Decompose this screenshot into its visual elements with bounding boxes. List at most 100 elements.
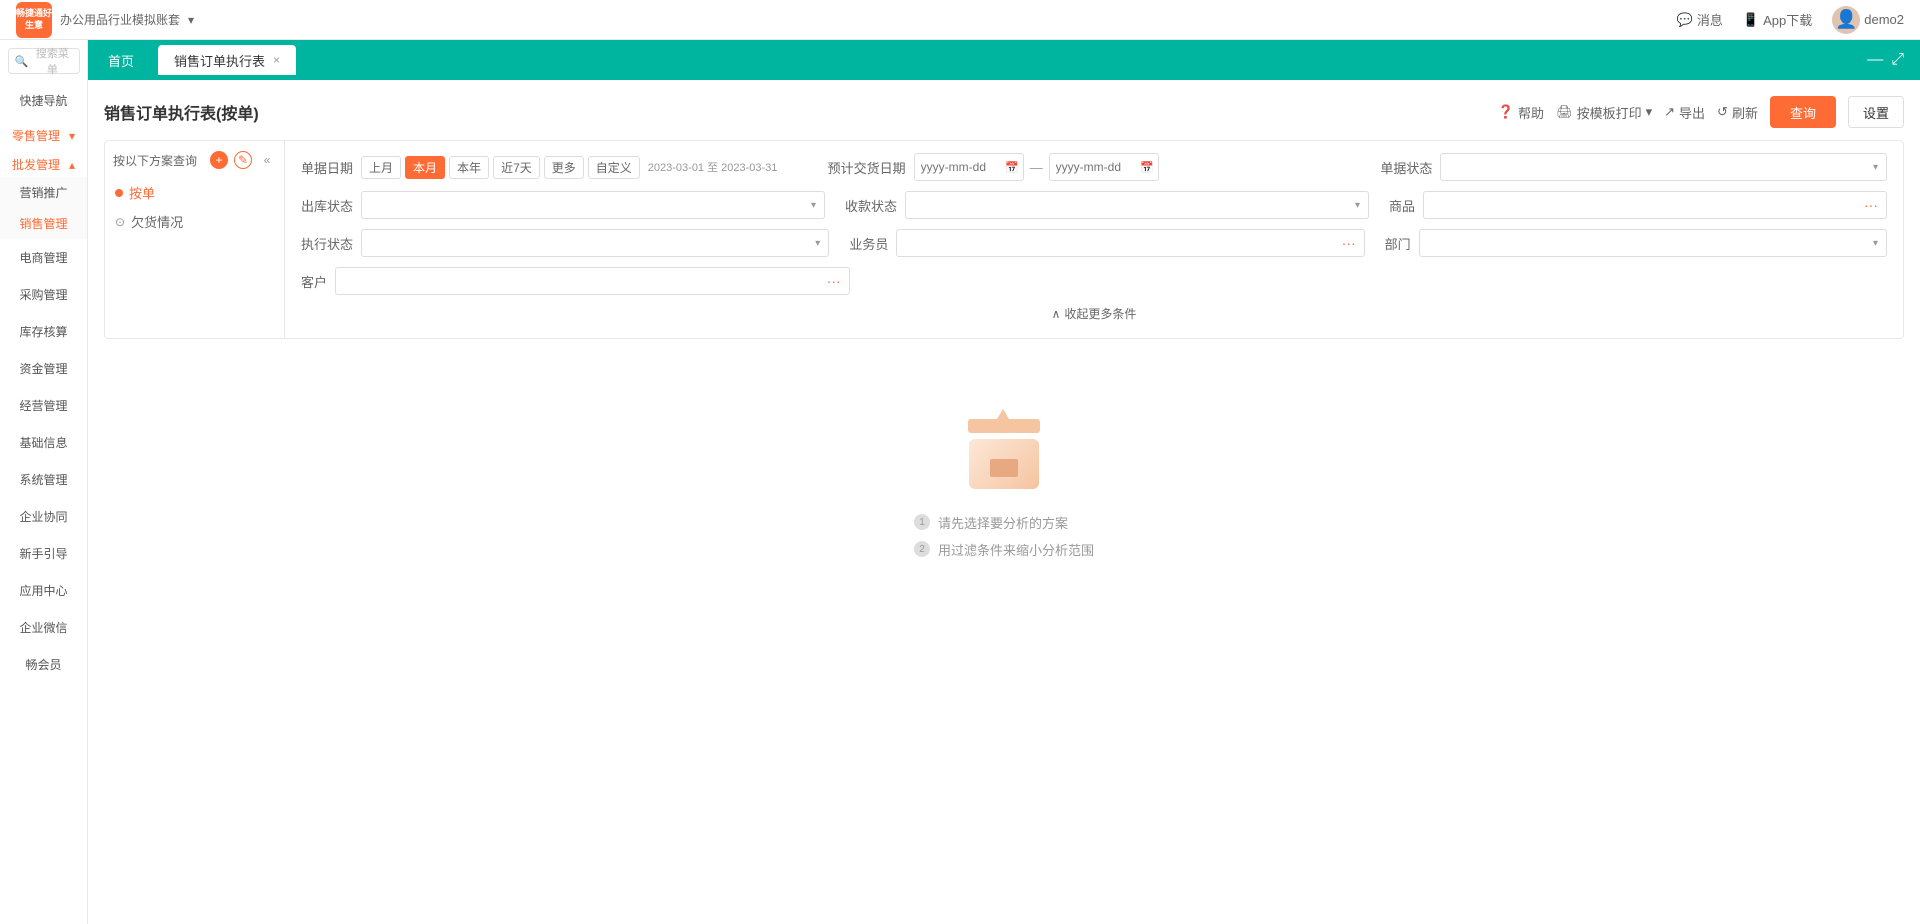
- empty-step-2: 2 用过滤条件来缩小分析范围: [914, 540, 1094, 559]
- department-select[interactable]: ▾: [1419, 229, 1887, 257]
- tab-minimize-icon[interactable]: —: [1867, 51, 1883, 69]
- tab-sales-order[interactable]: 销售订单执行表 ×: [158, 45, 296, 75]
- export-label: 导出: [1679, 103, 1705, 122]
- search-icon: 🔍: [15, 55, 29, 68]
- sidebar-item-member[interactable]: 畅会员: [0, 646, 87, 683]
- sidebar-item-enterprise[interactable]: 企业协同: [0, 498, 87, 535]
- exec-select[interactable]: ▾: [361, 229, 829, 257]
- plan-item-按单[interactable]: 按单: [113, 179, 276, 206]
- cal-icon-end: 📅: [1140, 161, 1154, 174]
- date-curr-year-btn[interactable]: 本年: [449, 156, 489, 179]
- wholesale-arrow: ▴: [69, 158, 75, 172]
- edit-plan-btn[interactable]: ✎: [234, 151, 252, 169]
- department-label: 部门: [1373, 234, 1411, 253]
- box-inner: [990, 459, 1018, 477]
- industry-title: 办公用品行业模拟账套: [60, 11, 180, 28]
- date-curr-month-btn[interactable]: 本月: [405, 156, 445, 179]
- sidebar-item-sales[interactable]: 销售管理: [0, 208, 87, 239]
- collapse-up-icon: ∧: [1052, 307, 1061, 321]
- sidebar-item-marketing[interactable]: 营销推广: [0, 177, 87, 208]
- filter-row-1: 单据日期 上月 本月 本年 近7天 更多 自定义 2023-03-01 至 20…: [301, 153, 1887, 181]
- status-select[interactable]: ▾: [1440, 153, 1887, 181]
- collection-label: 收款状态: [833, 196, 897, 215]
- date-separator: —: [1030, 160, 1043, 175]
- date-more-btn[interactable]: 更多: [544, 156, 584, 179]
- sidebar-item-corpwechat[interactable]: 企业微信: [0, 609, 87, 646]
- ecommerce-label: 电商管理: [19, 249, 67, 266]
- add-plan-btn[interactable]: +: [210, 151, 228, 169]
- sidebar-item-appcenter[interactable]: 应用中心: [0, 572, 87, 609]
- message-label: 消息: [1697, 10, 1723, 29]
- tab-maximize-icon[interactable]: ⤢: [1891, 51, 1904, 69]
- expected-date-label: 预计交货日期: [816, 158, 906, 177]
- sidebar-item-operations[interactable]: 经营管理: [0, 387, 87, 424]
- filter-area: 单据日期 上月 本月 本年 近7天 更多 自定义 2023-03-01 至 20…: [285, 141, 1903, 338]
- refresh-btn[interactable]: ↺ 刷新: [1717, 103, 1758, 122]
- left-panel-header: 按以下方案查询 + ✎ «: [113, 151, 276, 169]
- collection-select[interactable]: ▾: [905, 191, 1369, 219]
- sidebar-item-finance[interactable]: 资金管理: [0, 350, 87, 387]
- salesperson-input[interactable]: ···: [896, 229, 1364, 257]
- help-btn[interactable]: ❓ 帮助: [1498, 103, 1544, 122]
- date-custom-btn[interactable]: 自定义: [588, 156, 640, 179]
- help-icon: ❓: [1498, 104, 1514, 120]
- left-panel-title: 按以下方案查询: [113, 152, 197, 169]
- goods-ellipsis: ···: [1864, 197, 1878, 213]
- customer-label: 客户: [301, 272, 327, 291]
- filter-row-3: 执行状态 ▾ 业务员 ··· 部门 ▾: [301, 229, 1887, 257]
- date-prev-month-btn[interactable]: 上月: [361, 156, 401, 179]
- print-arrow: ▾: [1646, 104, 1653, 120]
- sidebar-item-system[interactable]: 系统管理: [0, 461, 87, 498]
- top-bar-left: 畅捷通好生意 办公用品行业模拟账套 ▾: [16, 2, 194, 38]
- sidebar-item-inventory[interactable]: 库存核算: [0, 313, 87, 350]
- sidebar-item-wholesale[interactable]: 批发管理 ▴: [0, 148, 87, 177]
- refresh-icon: ↺: [1717, 104, 1728, 120]
- print-btn[interactable]: 🖨 按模板打印 ▾: [1556, 103, 1652, 122]
- step1-num: 1: [914, 514, 930, 530]
- tab-close-btn[interactable]: ×: [273, 53, 280, 67]
- goods-input[interactable]: ···: [1423, 191, 1887, 219]
- industry-dropdown[interactable]: ▾: [188, 13, 194, 27]
- filter-row-4: 客户 ···: [301, 267, 1887, 295]
- message-btn[interactable]: 💬 消息: [1677, 10, 1723, 29]
- export-btn[interactable]: ↗ 导出: [1664, 103, 1705, 122]
- sidebar-item-ecommerce[interactable]: 电商管理: [0, 239, 87, 276]
- sidebar: 🔍 搜索菜单 快捷导航 零售管理 ▾ 批发管理 ▴ 营销推广 销售管理 电商管理: [0, 40, 88, 924]
- logo-text: 畅捷通好生意: [16, 8, 52, 31]
- appcenter-label: 应用中心: [19, 582, 67, 599]
- finance-label: 资金管理: [19, 360, 67, 377]
- purchase-label: 采购管理: [19, 286, 67, 303]
- base-label: 基础信息: [19, 434, 67, 451]
- sidebar-item-base[interactable]: 基础信息: [0, 424, 87, 461]
- page-title: 销售订单执行表(按单): [104, 100, 259, 124]
- date-label: 单据日期: [301, 158, 353, 177]
- sidebar-item-newbie[interactable]: 新手引导: [0, 535, 87, 572]
- query-btn[interactable]: 查询: [1770, 96, 1836, 128]
- operations-label: 经营管理: [19, 397, 67, 414]
- retail-arrow: ▾: [69, 129, 75, 143]
- sidebar-search[interactable]: 🔍 搜索菜单: [0, 40, 87, 82]
- tab-home[interactable]: 首页: [88, 40, 154, 80]
- collapse-btn[interactable]: ∧ 收起更多条件: [301, 301, 1887, 326]
- settings-btn[interactable]: 设置: [1848, 96, 1904, 128]
- plan-item-欠货[interactable]: ⊙ 欠货情况: [113, 206, 276, 237]
- step2-num: 2: [914, 541, 930, 557]
- newbie-label: 新手引导: [19, 545, 67, 562]
- date-7days-btn[interactable]: 近7天: [493, 156, 540, 179]
- collapse-panel-btn[interactable]: «: [258, 151, 276, 169]
- main-layout: 🔍 搜索菜单 快捷导航 零售管理 ▾ 批发管理 ▴ 营销推广 销售管理 电商管理: [0, 40, 1920, 924]
- filter-row-2: 出库状态 ▾ 收款状态 ▾ 商品 ···: [301, 191, 1887, 219]
- delivery-select[interactable]: ▾: [361, 191, 825, 219]
- app-icon: 📱: [1743, 12, 1759, 28]
- message-icon: 💬: [1677, 12, 1693, 28]
- customer-input[interactable]: ···: [335, 267, 850, 295]
- salesperson-ellipsis: ···: [1342, 235, 1356, 251]
- user-menu[interactable]: 👤 demo2: [1832, 6, 1904, 34]
- sidebar-item-retail[interactable]: 零售管理 ▾: [0, 119, 87, 148]
- app-download-btn[interactable]: 📱 App下载: [1743, 10, 1812, 29]
- sidebar-item-quicknav[interactable]: 快捷导航: [0, 82, 87, 119]
- sidebar-item-purchase[interactable]: 采购管理: [0, 276, 87, 313]
- expected-date-end-wrap: 📅: [1049, 153, 1159, 181]
- print-label: 按模板打印: [1577, 103, 1642, 122]
- enterprise-label: 企业协同: [19, 508, 67, 525]
